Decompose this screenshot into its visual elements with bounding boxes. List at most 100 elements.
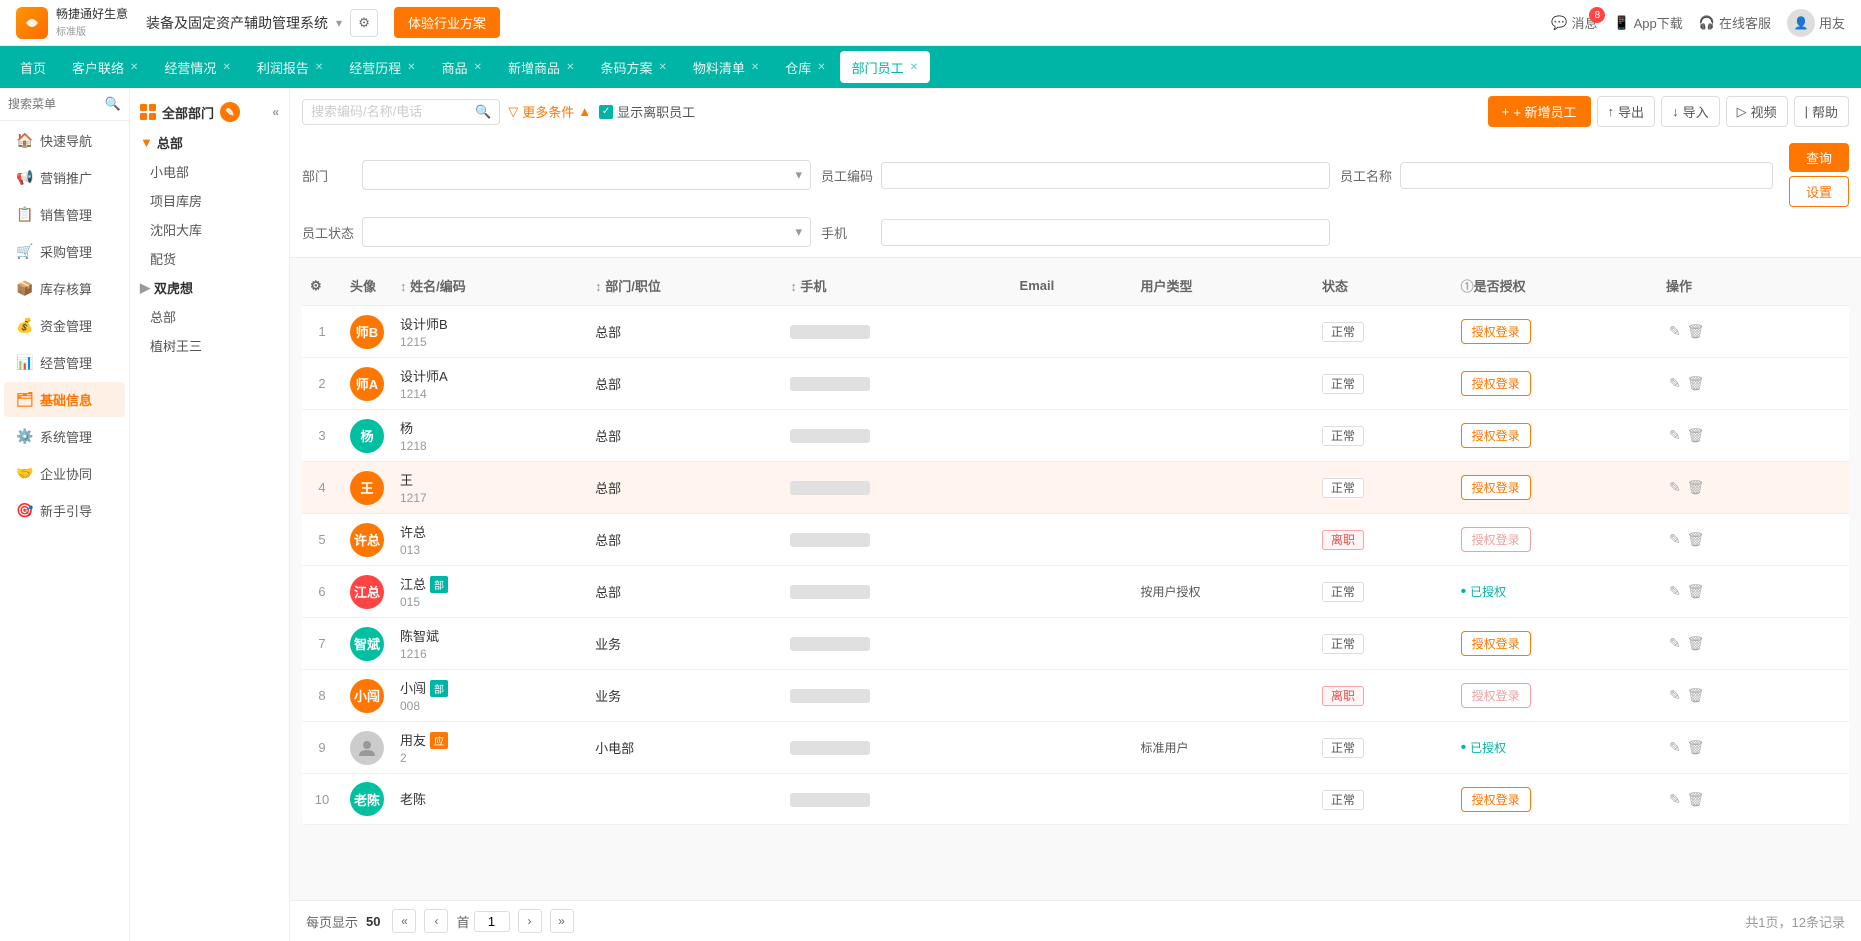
set-button[interactable]: 设置 — [1789, 176, 1849, 207]
dept-item-peihuo[interactable]: 配货 — [130, 244, 289, 273]
edit-button[interactable]: ✎ — [1666, 373, 1684, 394]
sidebar-item-sales[interactable]: 📋 销售管理 — [4, 197, 125, 232]
trial-button[interactable]: 体验行业方案 — [394, 7, 500, 38]
tab-business-history[interactable]: 经营历程 ✕ — [337, 51, 427, 83]
sys-title-arrow-icon[interactable]: ▾ — [336, 16, 342, 30]
edit-button[interactable]: ✎ — [1666, 789, 1684, 810]
tab-home[interactable]: 首页 — [8, 51, 58, 83]
sidebar-item-basic[interactable]: 🗂 基础信息 — [4, 382, 125, 417]
sidebar-item-system[interactable]: ⚙️ 系统管理 — [4, 419, 125, 454]
auth-button[interactable]: 授权登录 — [1461, 631, 1531, 656]
message-button[interactable]: 💬 消息 8 — [1551, 13, 1597, 32]
edit-button[interactable]: ✎ — [1666, 477, 1684, 498]
help-button[interactable]: | 帮助 — [1794, 96, 1849, 127]
close-icon[interactable]: ✕ — [751, 62, 759, 73]
edit-button[interactable]: ✎ — [1666, 633, 1684, 654]
delete-button[interactable]: 🗑 — [1684, 425, 1708, 446]
show-resigned-checkbox[interactable]: ✓ 显示离职员工 — [599, 102, 695, 121]
import-button[interactable]: ↓ 导入 — [1661, 96, 1720, 127]
page-last-button[interactable]: » — [550, 909, 574, 933]
edit-button[interactable]: ✎ — [1666, 685, 1684, 706]
sort-icon[interactable]: ↕ — [595, 279, 602, 294]
delete-button[interactable]: 🗑 — [1684, 477, 1708, 498]
close-icon[interactable]: ✕ — [315, 62, 323, 73]
dept-group-shuanghuxiang[interactable]: ▶ 双虎想 — [130, 273, 289, 302]
filter-empname-input[interactable] — [1400, 162, 1773, 189]
page-prev-button[interactable]: ‹ — [424, 909, 448, 933]
auth-button[interactable]: 授权登录 — [1461, 475, 1531, 500]
filter-phone-input[interactable] — [881, 219, 1330, 246]
edit-button[interactable]: ✎ — [1666, 425, 1684, 446]
tab-bom[interactable]: 物料清单 ✕ — [681, 51, 771, 83]
auth-button[interactable]: 授权登录 — [1461, 527, 1531, 552]
page-first-button[interactable]: « — [392, 909, 416, 933]
add-employee-button[interactable]: + + 新增员工 — [1488, 96, 1591, 127]
tab-barcode[interactable]: 条码方案 ✕ — [588, 51, 678, 83]
app-download-button[interactable]: 📱 App下载 — [1613, 13, 1682, 32]
settings-icon[interactable]: ⚙ — [350, 9, 378, 37]
sidebar-item-guide[interactable]: 🎯 新手引导 — [4, 493, 125, 528]
close-icon[interactable]: ✕ — [817, 62, 825, 73]
search-icon[interactable]: 🔍 — [475, 104, 491, 120]
tab-goods[interactable]: 商品 ✕ — [430, 51, 494, 83]
edit-button[interactable]: ✎ — [1666, 321, 1684, 342]
dept-edit-button[interactable]: ✎ — [220, 102, 240, 122]
edit-button[interactable]: ✎ — [1666, 581, 1684, 602]
tab-new-goods[interactable]: 新增商品 ✕ — [496, 51, 586, 83]
close-icon[interactable]: ✕ — [222, 62, 230, 73]
sort-icon[interactable]: ↕ — [400, 279, 407, 294]
dept-item-xiangmu[interactable]: 项目库房 — [130, 186, 289, 215]
query-button[interactable]: 查询 — [1789, 143, 1849, 172]
delete-button[interactable]: 🗑 — [1684, 737, 1708, 758]
auth-button[interactable]: 授权登录 — [1461, 423, 1531, 448]
close-icon[interactable]: ✕ — [658, 62, 666, 73]
filter-empcode-input[interactable] — [881, 162, 1330, 189]
tab-profit-report[interactable]: 利润报告 ✕ — [245, 51, 335, 83]
settings-icon[interactable]: ⚙ — [310, 278, 322, 293]
sidebar-item-marketing[interactable]: 📢 营销推广 — [4, 160, 125, 195]
edit-button[interactable]: ✎ — [1666, 529, 1684, 550]
delete-button[interactable]: 🗑 — [1684, 529, 1708, 550]
dept-item-xiaodibu[interactable]: 小电部 — [130, 157, 289, 186]
delete-button[interactable]: 🗑 — [1684, 685, 1708, 706]
page-input[interactable] — [474, 911, 510, 932]
close-icon[interactable]: ✕ — [130, 62, 138, 73]
delete-button[interactable]: 🗑 — [1684, 789, 1708, 810]
edit-button[interactable]: ✎ — [1666, 737, 1684, 758]
delete-button[interactable]: 🗑 — [1684, 321, 1708, 342]
sidebar-item-operations[interactable]: 📊 经营管理 — [4, 345, 125, 380]
tab-operation-status[interactable]: 经营情况 ✕ — [152, 51, 242, 83]
close-icon[interactable]: ✕ — [407, 62, 415, 73]
tab-dept-employee[interactable]: 部门员工 ✕ — [840, 51, 930, 83]
close-icon[interactable]: ✕ — [566, 62, 574, 73]
tab-warehouse[interactable]: 仓库 ✕ — [773, 51, 837, 83]
online-service-button[interactable]: 🎧 在线客服 — [1699, 13, 1771, 32]
filter-status-select[interactable]: ▾ — [362, 217, 811, 247]
delete-button[interactable]: 🗑 — [1684, 633, 1708, 654]
sidebar-item-quick-nav[interactable]: 🏠 快速导航 — [4, 123, 125, 158]
auth-button[interactable]: 授权登录 — [1461, 787, 1531, 812]
sidebar-search-icon[interactable]: 🔍 — [105, 96, 121, 112]
sidebar-search-input[interactable] — [8, 97, 101, 111]
page-next-button[interactable]: › — [518, 909, 542, 933]
export-button[interactable]: ↑ 导出 — [1597, 96, 1656, 127]
sort-icon[interactable]: ↕ — [790, 279, 797, 294]
auth-button[interactable]: 授权登录 — [1461, 683, 1531, 708]
video-button[interactable]: ▷ 视频 — [1726, 96, 1788, 127]
sidebar-item-finance[interactable]: 💰 资金管理 — [4, 308, 125, 343]
auth-button[interactable]: 授权登录 — [1461, 319, 1531, 344]
close-icon[interactable]: ✕ — [910, 62, 918, 73]
dept-group-zongbu[interactable]: ▼ 总部 — [130, 128, 289, 157]
dept-item-zhishuwangsan[interactable]: 植树王三 — [130, 331, 289, 360]
dept-item-shenyang[interactable]: 沈阳大库 — [130, 215, 289, 244]
filter-dept-select[interactable]: ▾ — [362, 160, 811, 190]
delete-button[interactable]: 🗑 — [1684, 581, 1708, 602]
sidebar-item-inventory[interactable]: 📦 库存核算 — [4, 271, 125, 306]
sidebar-item-purchase[interactable]: 🛒 采购管理 — [4, 234, 125, 269]
dept-item-zongbu2[interactable]: 总部 — [130, 302, 289, 331]
more-filter-button[interactable]: ▽ 更多条件 ▲ — [508, 102, 591, 121]
search-input[interactable] — [311, 104, 471, 119]
close-icon[interactable]: ✕ — [474, 62, 482, 73]
user-avatar[interactable]: 👤 用友 — [1787, 9, 1845, 37]
dept-collapse-button[interactable]: « — [272, 105, 279, 119]
